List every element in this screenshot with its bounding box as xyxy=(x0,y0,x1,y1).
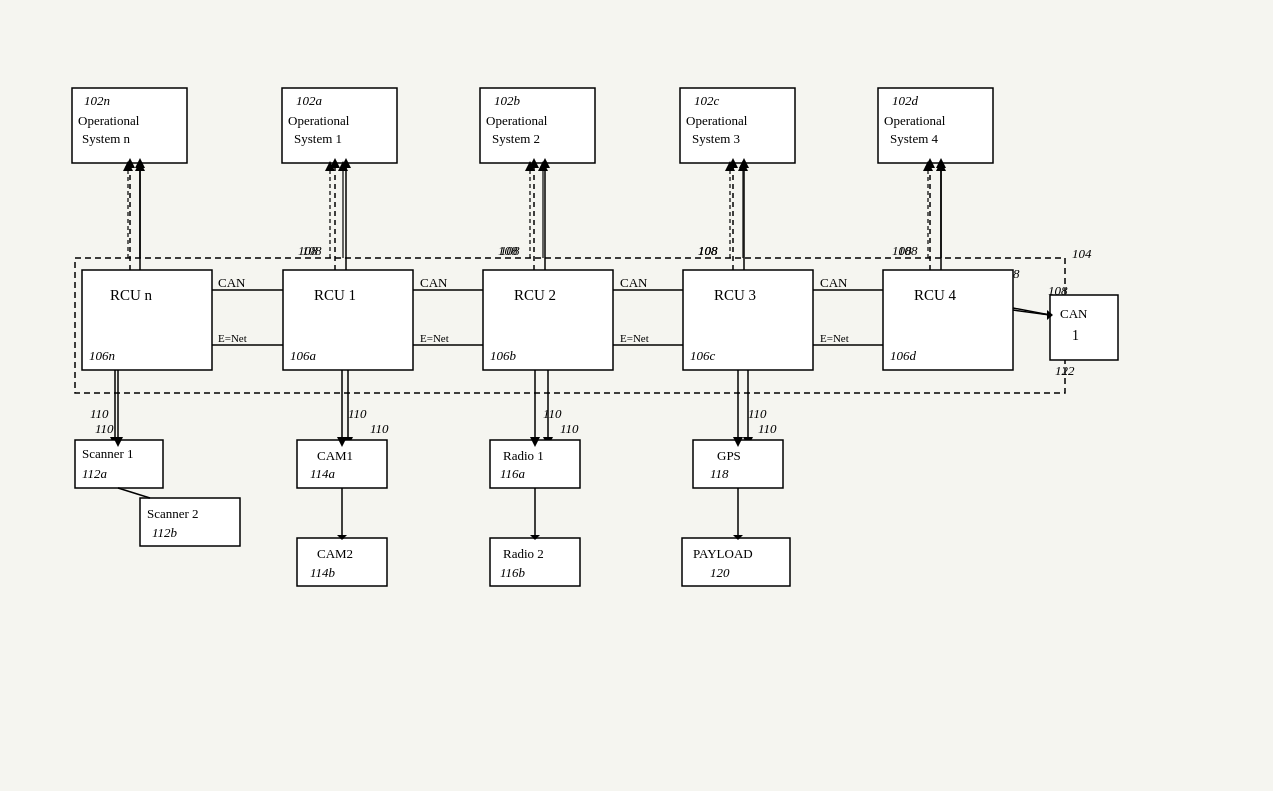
ref-114b: 114b xyxy=(310,565,336,580)
cam1-label: CAM1 xyxy=(317,448,353,463)
ref-120: 120 xyxy=(710,565,730,580)
cam2-label: CAM2 xyxy=(317,546,353,561)
rcu-1-label: RCU 1 xyxy=(314,287,356,303)
enet-label-1-2: E=Net xyxy=(420,332,449,344)
ref-110-rcu3: 110 xyxy=(748,406,767,421)
rcu-2-label: RCU 2 xyxy=(514,287,556,303)
ref-118: 118 xyxy=(710,466,729,481)
ref-122: 122 xyxy=(1055,363,1075,378)
enet-label-2-3: E=Net xyxy=(620,332,649,344)
ref-112b: 112b xyxy=(152,525,178,540)
op-system-4-label1: Operational xyxy=(884,113,946,128)
ref-104: 104 xyxy=(1072,246,1092,261)
can-node-label2: 1 xyxy=(1072,328,1079,343)
op-system-1-label1: Operational xyxy=(288,113,350,128)
ref-106n: 106n xyxy=(89,348,115,363)
can-node-label1: CAN xyxy=(1060,306,1088,321)
gps-label: GPS xyxy=(717,448,741,463)
scanner2-label: Scanner 2 xyxy=(147,506,199,521)
ref-112a: 112a xyxy=(82,466,108,481)
svg-rect-0 xyxy=(0,0,1273,791)
can-label-n-1: CAN xyxy=(218,275,246,290)
op-system-n-label1: Operational xyxy=(78,113,140,128)
enet-label-3-4: E=Net xyxy=(820,332,849,344)
op-system-3-label2: System 3 xyxy=(692,131,740,146)
ref-110-n: 110 xyxy=(95,421,114,436)
scanner1-label: Scanner 1 xyxy=(82,446,134,461)
rcu-3-label: RCU 3 xyxy=(714,287,756,303)
ref-106b: 106b xyxy=(490,348,517,363)
can-node-box xyxy=(1050,295,1118,360)
ref-110-rcu1: 110 xyxy=(348,406,367,421)
can-label-3-4: CAN xyxy=(820,275,848,290)
ref-110-1: 110 xyxy=(370,421,389,436)
ref-102b: 102b xyxy=(494,93,521,108)
ref-102a: 102a xyxy=(296,93,323,108)
ref-108-label4: 108 xyxy=(898,243,918,258)
rcu-4-label: RCU 4 xyxy=(914,287,957,303)
enet-label-n-1: E=Net xyxy=(218,332,247,344)
ref-110-2: 110 xyxy=(560,421,579,436)
diagram-container: 104 102n Operational System n 102a Opera… xyxy=(0,0,1273,791)
ref-110-rcu2: 110 xyxy=(543,406,562,421)
radio2-label: Radio 2 xyxy=(503,546,544,561)
ref-106a: 106a xyxy=(290,348,317,363)
op-system-3-label1: Operational xyxy=(686,113,748,128)
op-system-1-label2: System 1 xyxy=(294,131,342,146)
radio1-label: Radio 1 xyxy=(503,448,544,463)
ref-116a: 116a xyxy=(500,466,526,481)
ref-106c: 106c xyxy=(690,348,716,363)
ref-110-rcun: 110 xyxy=(90,406,109,421)
ref-114a: 114a xyxy=(310,466,336,481)
op-system-2-label2: System 2 xyxy=(492,131,540,146)
ref-108-label3: 108 xyxy=(698,243,718,258)
ref-102d: 102d xyxy=(892,93,919,108)
ref-102n: 102n xyxy=(84,93,110,108)
ref-106d: 106d xyxy=(890,348,917,363)
ref-116b: 116b xyxy=(500,565,526,580)
ref-108-label2: 108 xyxy=(498,243,518,258)
payload-label: PAYLOAD xyxy=(693,546,753,561)
op-system-2-label1: Operational xyxy=(486,113,548,128)
ref-110-3: 110 xyxy=(758,421,777,436)
op-system-4-label2: System 4 xyxy=(890,131,939,146)
op-system-n-label2: System n xyxy=(82,131,131,146)
can-label-1-2: CAN xyxy=(420,275,448,290)
rcu-n-label: RCU n xyxy=(110,287,153,303)
ref-102c: 102c xyxy=(694,93,720,108)
ref-108-label1: 108 xyxy=(298,243,318,258)
can-label-2-3: CAN xyxy=(620,275,648,290)
